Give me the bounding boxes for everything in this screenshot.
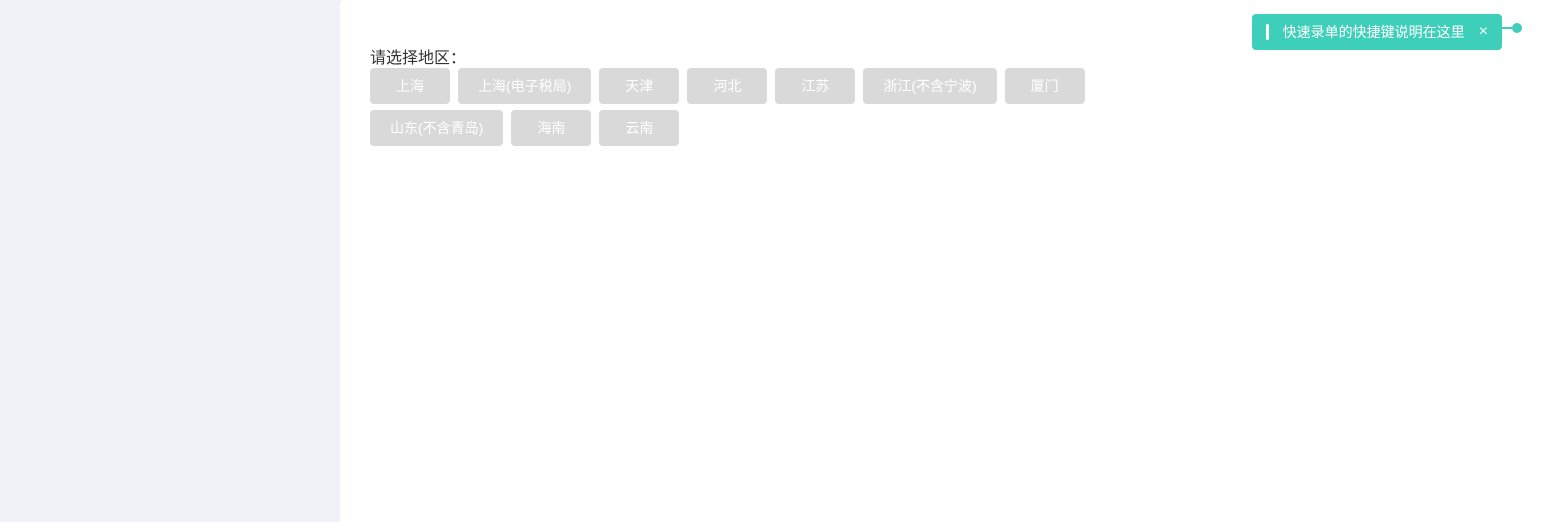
region-button-yunnan[interactable]: 云南 — [599, 110, 679, 146]
tooltip-banner: 快速录单的快捷键说明在这里 × — [1252, 14, 1502, 50]
region-buttons-row1: 上海上海(电子税局)天津河北江苏浙江(不含宁波)厦门 — [370, 68, 1085, 104]
tooltip-connector-dot — [1512, 23, 1522, 33]
region-button-shanghai-etax[interactable]: 上海(电子税局) — [458, 68, 591, 104]
left-sidebar — [0, 0, 340, 522]
tooltip-text: 快速录单的快捷键说明在这里 — [1283, 22, 1465, 42]
region-button-tianjin[interactable]: 天津 — [599, 68, 679, 104]
region-button-zhejiang[interactable]: 浙江(不含宁波) — [863, 68, 996, 104]
region-button-xiamen[interactable]: 厦门 — [1005, 68, 1085, 104]
tooltip-close-button[interactable]: × — [1479, 24, 1488, 40]
main-content: 请选择地区： 上海上海(电子税局)天津河北江苏浙江(不含宁波)厦门 山东(不含青… — [340, 0, 1562, 522]
page-label: 请选择地区： — [370, 44, 466, 68]
region-button-shandong[interactable]: 山东(不含青岛) — [370, 110, 503, 146]
region-buttons-row2: 山东(不含青岛)海南云南 — [370, 110, 679, 146]
region-button-hebei[interactable]: 河北 — [687, 68, 767, 104]
region-button-jiangsu[interactable]: 江苏 — [775, 68, 855, 104]
region-button-hainan[interactable]: 海南 — [511, 110, 591, 146]
tooltip-connector-line — [1492, 27, 1512, 29]
region-button-shanghai[interactable]: 上海 — [370, 68, 450, 104]
